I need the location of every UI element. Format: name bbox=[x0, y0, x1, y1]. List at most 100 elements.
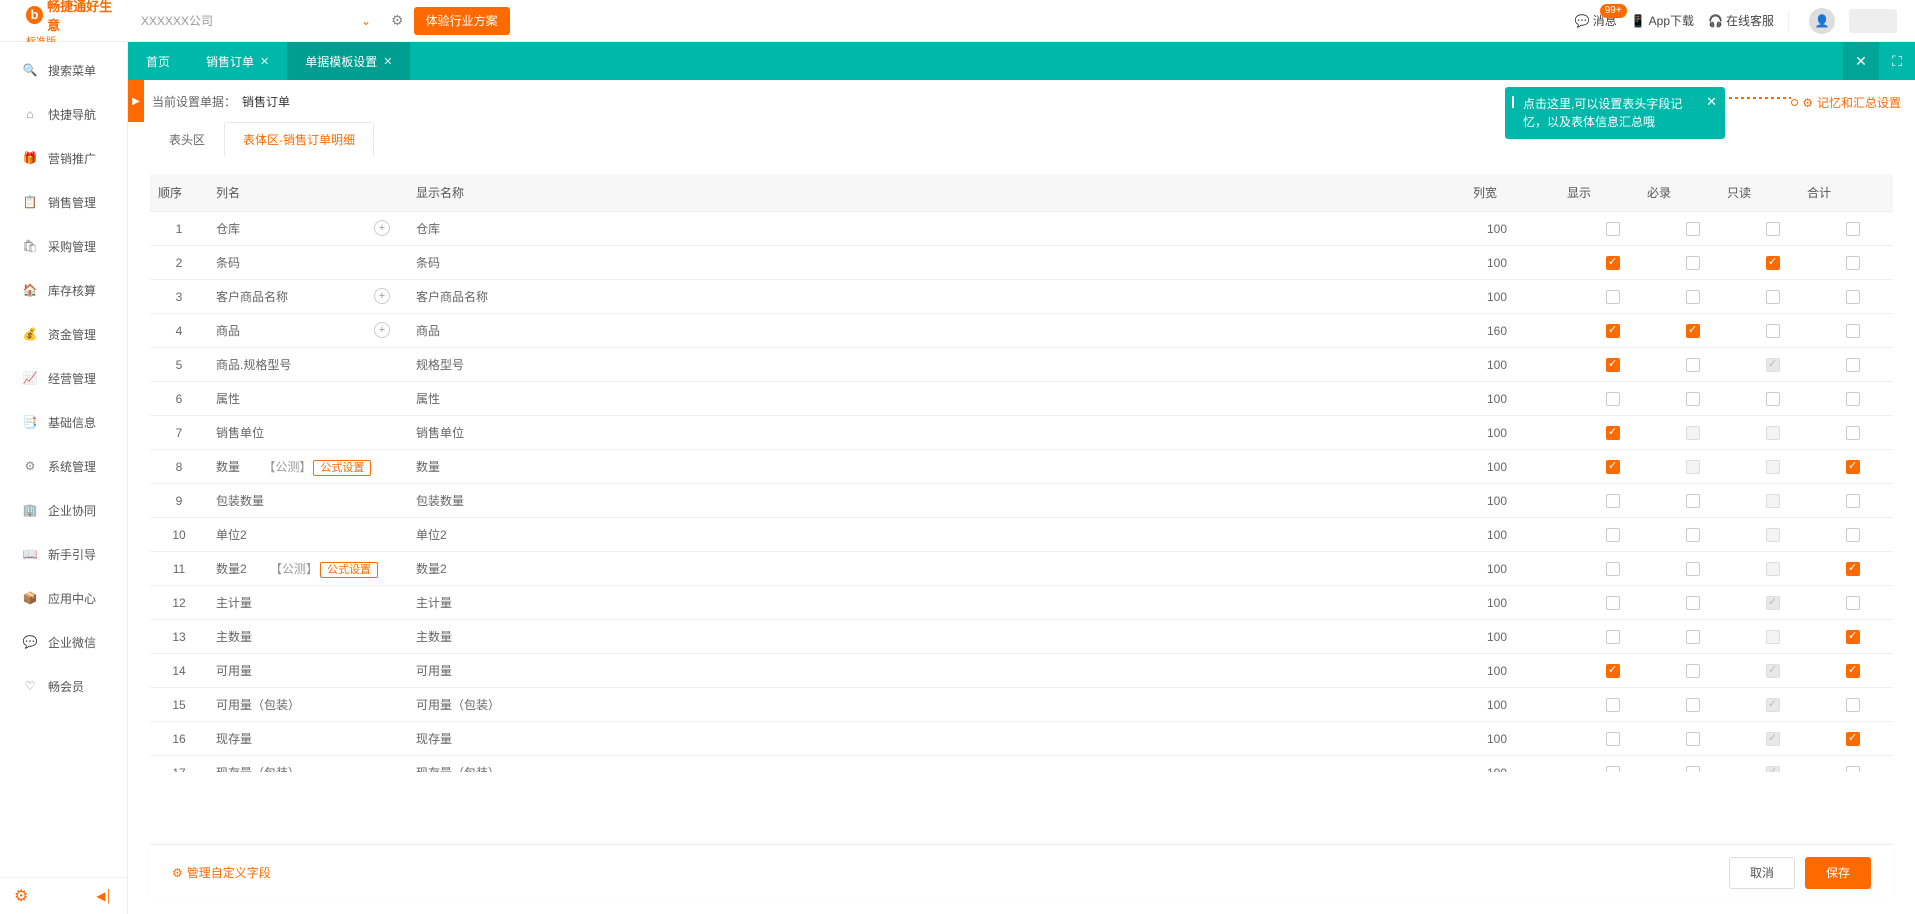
company-select[interactable]: XXXXXX公司 ⌄ bbox=[131, 7, 381, 35]
checkbox[interactable] bbox=[1686, 494, 1700, 508]
checkbox[interactable] bbox=[1686, 256, 1700, 270]
sidebar-item[interactable]: 🎁营销推广 bbox=[0, 136, 127, 180]
sidebar-item[interactable]: 📑基础信息 bbox=[0, 400, 127, 444]
save-button[interactable]: 保存 bbox=[1805, 857, 1871, 889]
checkbox[interactable] bbox=[1606, 460, 1620, 474]
tab-close-icon[interactable]: ✕ bbox=[260, 55, 269, 68]
add-icon[interactable]: + bbox=[374, 288, 390, 304]
checkbox[interactable] bbox=[1846, 426, 1860, 440]
checkbox[interactable] bbox=[1766, 290, 1780, 304]
checkbox[interactable] bbox=[1846, 290, 1860, 304]
checkbox[interactable] bbox=[1846, 766, 1860, 772]
checkbox[interactable] bbox=[1606, 290, 1620, 304]
checkbox[interactable] bbox=[1846, 562, 1860, 576]
sidebar-collapse-icon[interactable]: ◀│ bbox=[96, 889, 113, 903]
formula-link[interactable]: 公式设置 bbox=[320, 562, 378, 578]
checkbox[interactable] bbox=[1846, 494, 1860, 508]
checkbox[interactable] bbox=[1686, 528, 1700, 542]
checkbox[interactable] bbox=[1606, 358, 1620, 372]
sidebar-item[interactable]: 📋销售管理 bbox=[0, 180, 127, 224]
checkbox[interactable] bbox=[1846, 358, 1860, 372]
checkbox[interactable] bbox=[1606, 732, 1620, 746]
sidebar-item[interactable]: 💬企业微信 bbox=[0, 620, 127, 664]
checkbox[interactable] bbox=[1686, 664, 1700, 678]
checkbox[interactable] bbox=[1766, 256, 1780, 270]
checkbox[interactable] bbox=[1846, 460, 1860, 474]
checkbox[interactable] bbox=[1686, 630, 1700, 644]
add-icon[interactable]: + bbox=[374, 322, 390, 338]
settings-gear-icon[interactable]: ⚙ bbox=[391, 12, 404, 29]
checkbox[interactable] bbox=[1766, 222, 1780, 236]
sidebar-item[interactable]: 🏢企业协同 bbox=[0, 488, 127, 532]
tab[interactable]: 单据模板设置✕ bbox=[287, 42, 410, 80]
checkbox[interactable] bbox=[1846, 256, 1860, 270]
tab-close-icon[interactable]: ✕ bbox=[383, 55, 392, 68]
checkbox[interactable] bbox=[1766, 324, 1780, 338]
checkbox bbox=[1766, 596, 1780, 610]
user-panel[interactable] bbox=[1849, 9, 1897, 33]
memory-summary-link[interactable]: ⚙ 记忆和汇总设置 bbox=[1791, 94, 1901, 111]
checkbox[interactable] bbox=[1686, 698, 1700, 712]
formula-link[interactable]: 公式设置 bbox=[313, 460, 371, 476]
sidebar-item[interactable]: 📈经营管理 bbox=[0, 356, 127, 400]
checkbox[interactable] bbox=[1686, 222, 1700, 236]
sidebar-item[interactable]: 🛍采购管理 bbox=[0, 224, 127, 268]
checkbox[interactable] bbox=[1606, 698, 1620, 712]
checkbox[interactable] bbox=[1606, 256, 1620, 270]
checkbox[interactable] bbox=[1606, 324, 1620, 338]
checkbox[interactable] bbox=[1846, 324, 1860, 338]
sidebar-item[interactable]: ⌂快捷导航 bbox=[0, 92, 127, 136]
sidebar-item[interactable]: 🔍搜索菜单 bbox=[0, 48, 127, 92]
checkbox[interactable] bbox=[1606, 596, 1620, 610]
checkbox[interactable] bbox=[1606, 562, 1620, 576]
checkbox[interactable] bbox=[1686, 562, 1700, 576]
tab-fullscreen-icon[interactable]: ⛶ bbox=[1879, 42, 1915, 80]
checkbox[interactable] bbox=[1606, 528, 1620, 542]
manage-custom-fields-link[interactable]: ⚙ 管理自定义字段 bbox=[172, 864, 271, 881]
sidebar-item[interactable]: ♡畅会员 bbox=[0, 664, 127, 708]
tab-close-all-icon[interactable]: ✕ bbox=[1843, 42, 1879, 80]
checkbox[interactable] bbox=[1766, 392, 1780, 406]
checkbox[interactable] bbox=[1846, 664, 1860, 678]
checkbox[interactable] bbox=[1846, 698, 1860, 712]
subtab[interactable]: 表头区 bbox=[150, 122, 224, 156]
checkbox[interactable] bbox=[1686, 766, 1700, 772]
tooltip-close-icon[interactable]: ✕ bbox=[1706, 92, 1717, 112]
checkbox[interactable] bbox=[1846, 732, 1860, 746]
checkbox[interactable] bbox=[1606, 494, 1620, 508]
app-download-button[interactable]: 📱 App下载 bbox=[1631, 12, 1694, 29]
sidebar-item[interactable]: 🏠库存核算 bbox=[0, 268, 127, 312]
sidebar-settings-icon[interactable]: ⚙ bbox=[14, 886, 28, 906]
checkbox[interactable] bbox=[1686, 324, 1700, 338]
messages-button[interactable]: 💬 消息 99+ bbox=[1575, 12, 1617, 29]
checkbox[interactable] bbox=[1686, 358, 1700, 372]
user-avatar[interactable]: 👤 bbox=[1809, 8, 1835, 34]
tab[interactable]: 首页 bbox=[128, 42, 188, 80]
checkbox[interactable] bbox=[1846, 392, 1860, 406]
sidebar-item[interactable]: 📖新手引导 bbox=[0, 532, 127, 576]
checkbox[interactable] bbox=[1846, 528, 1860, 542]
checkbox[interactable] bbox=[1606, 766, 1620, 772]
checkbox[interactable] bbox=[1606, 664, 1620, 678]
sidebar-item[interactable]: 💰资金管理 bbox=[0, 312, 127, 356]
checkbox[interactable] bbox=[1846, 596, 1860, 610]
sidebar-item[interactable]: ⚙系统管理 bbox=[0, 444, 127, 488]
add-icon[interactable]: + bbox=[374, 220, 390, 236]
checkbox[interactable] bbox=[1606, 426, 1620, 440]
checkbox[interactable] bbox=[1846, 222, 1860, 236]
checkbox[interactable] bbox=[1606, 630, 1620, 644]
online-service-button[interactable]: 🎧 在线客服 bbox=[1708, 12, 1774, 29]
tab[interactable]: 销售订单✕ bbox=[188, 42, 287, 80]
checkbox[interactable] bbox=[1606, 222, 1620, 236]
checkbox[interactable] bbox=[1686, 596, 1700, 610]
cancel-button[interactable]: 取消 bbox=[1729, 857, 1795, 889]
checkbox[interactable] bbox=[1686, 392, 1700, 406]
checkbox[interactable] bbox=[1846, 630, 1860, 644]
subtab[interactable]: 表体区-销售订单明细 bbox=[224, 122, 374, 156]
sidebar-item[interactable]: 📦应用中心 bbox=[0, 576, 127, 620]
checkbox[interactable] bbox=[1686, 290, 1700, 304]
checkbox[interactable] bbox=[1686, 732, 1700, 746]
industry-plan-button[interactable]: 体验行业方案 bbox=[414, 7, 510, 35]
checkbox[interactable] bbox=[1606, 392, 1620, 406]
breadcrumb-handle-icon[interactable]: ▶ bbox=[128, 80, 144, 122]
